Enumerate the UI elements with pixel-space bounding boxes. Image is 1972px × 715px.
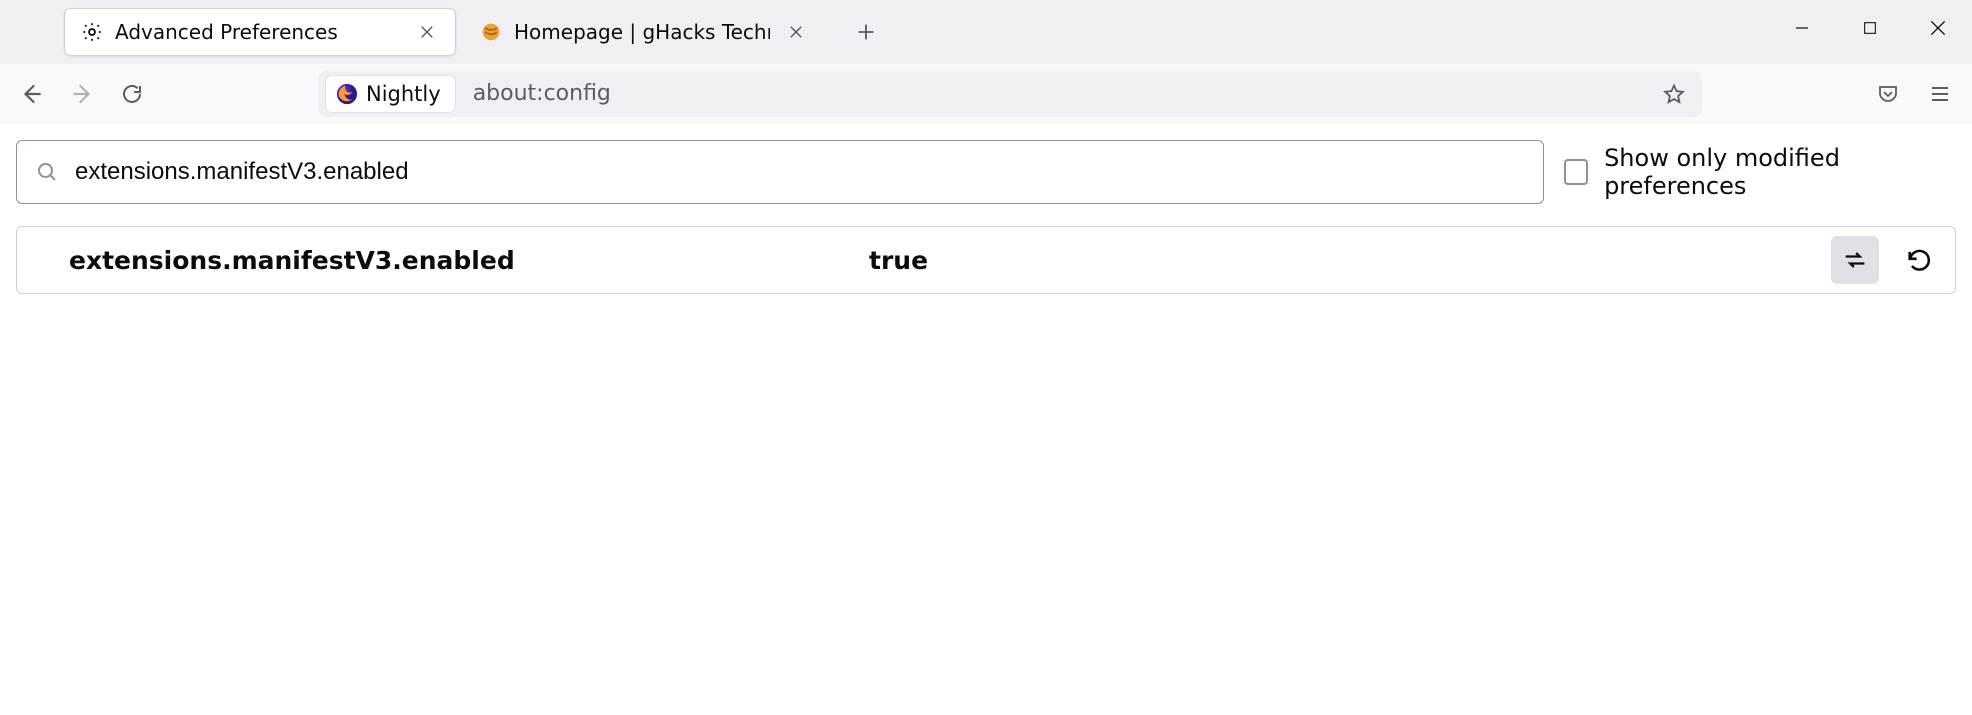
identity-chip[interactable]: Nightly <box>326 76 455 112</box>
gear-icon <box>81 21 103 43</box>
firefox-nightly-icon <box>336 83 358 105</box>
close-icon[interactable] <box>782 18 810 46</box>
show-only-modified[interactable]: Show only modified preferences <box>1564 144 1956 200</box>
pref-search-box[interactable] <box>16 140 1544 204</box>
reset-button[interactable] <box>1895 236 1943 284</box>
pref-row: extensions.manifestV3.enabled true <box>16 226 1956 294</box>
about-config-content: Show only modified preferences extension… <box>0 124 1972 310</box>
pref-search-input[interactable] <box>75 158 1525 186</box>
app-menu-button[interactable] <box>1916 70 1964 118</box>
new-tab-button[interactable] <box>846 12 886 52</box>
ghacks-favicon <box>480 21 502 43</box>
tab-title: Homepage | gHacks Technology <box>514 20 770 44</box>
search-icon <box>35 160 59 184</box>
pocket-button[interactable] <box>1864 70 1912 118</box>
checkbox[interactable] <box>1564 159 1588 185</box>
tab-advanced-preferences[interactable]: Advanced Preferences <box>64 8 456 56</box>
url-text: about:config <box>473 81 611 106</box>
forward-button[interactable] <box>58 70 106 118</box>
minimize-button[interactable] <box>1768 0 1836 56</box>
toggle-button[interactable] <box>1831 236 1879 284</box>
window-controls <box>1768 0 1972 64</box>
close-icon[interactable] <box>413 18 441 46</box>
back-button[interactable] <box>8 70 56 118</box>
close-window-button[interactable] <box>1904 0 1972 56</box>
url-bar[interactable]: Nightly about:config <box>318 71 1702 117</box>
bookmark-star-button[interactable] <box>1654 74 1694 114</box>
show-only-modified-label: Show only modified preferences <box>1604 144 1956 200</box>
navigation-toolbar: Nightly about:config <box>0 64 1972 124</box>
reload-button[interactable] <box>108 70 156 118</box>
pref-value: true <box>869 246 1831 275</box>
pref-name: extensions.manifestV3.enabled <box>69 246 869 275</box>
maximize-button[interactable] <box>1836 0 1904 56</box>
tab-strip: Advanced Preferences Homepage | gHacks T… <box>0 0 1972 64</box>
tab-title: Advanced Preferences <box>115 20 401 44</box>
identity-label: Nightly <box>366 82 441 106</box>
tab-ghacks[interactable]: Homepage | gHacks Technology <box>464 8 824 56</box>
